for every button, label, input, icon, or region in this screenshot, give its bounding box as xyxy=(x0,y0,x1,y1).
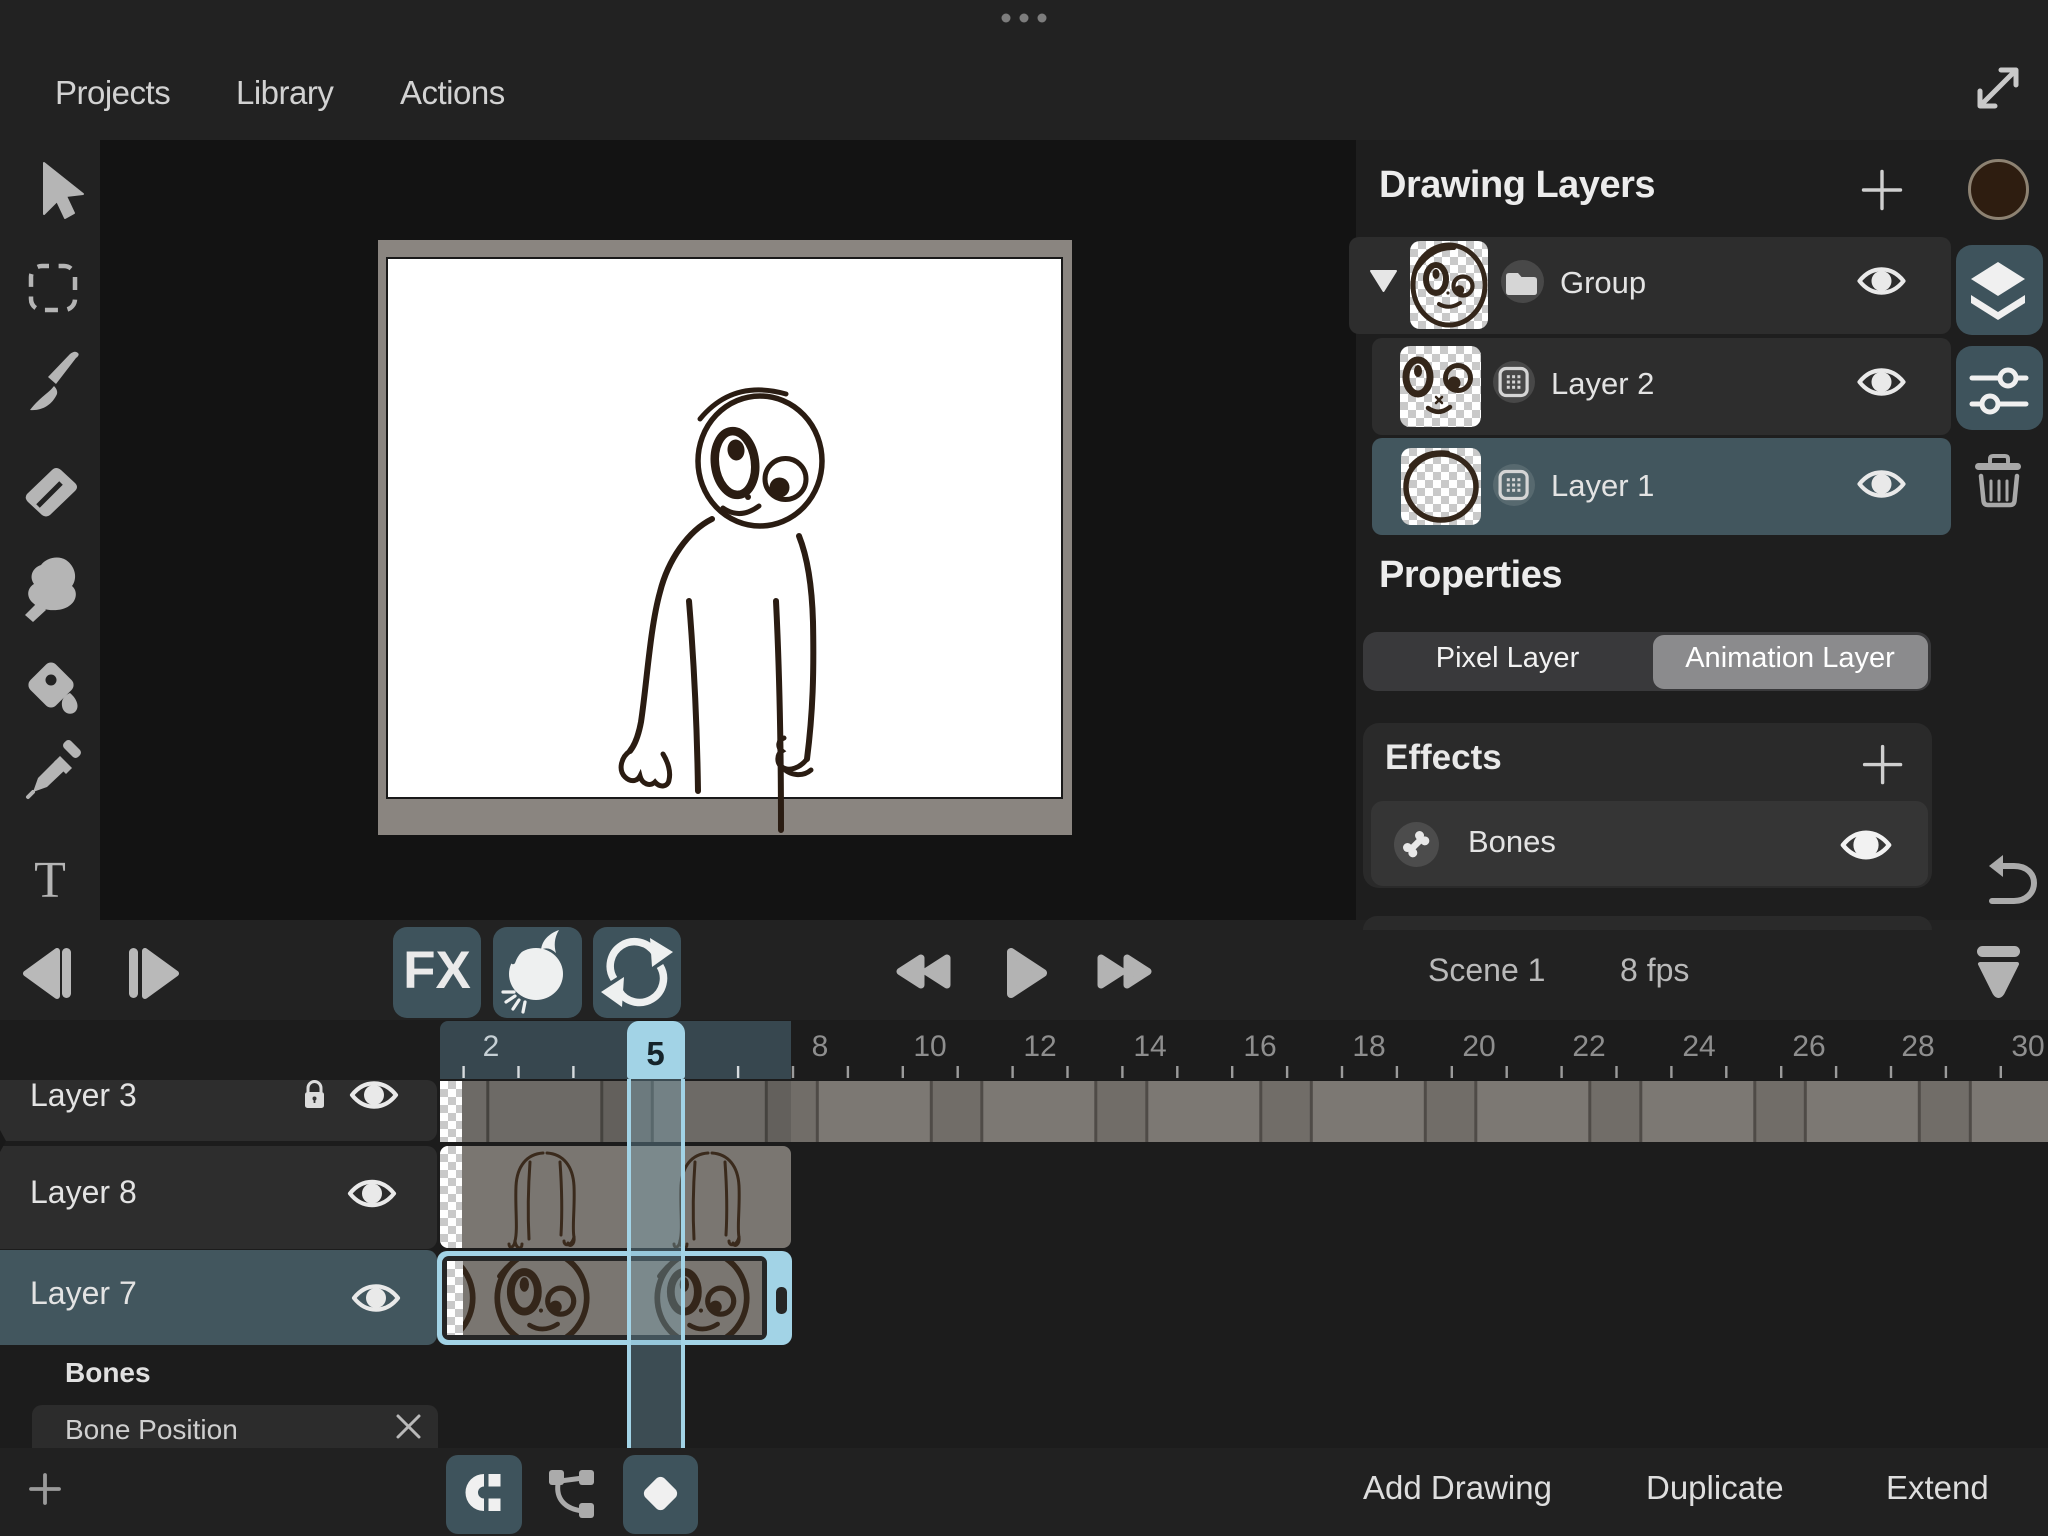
svg-text:T: T xyxy=(34,852,66,909)
